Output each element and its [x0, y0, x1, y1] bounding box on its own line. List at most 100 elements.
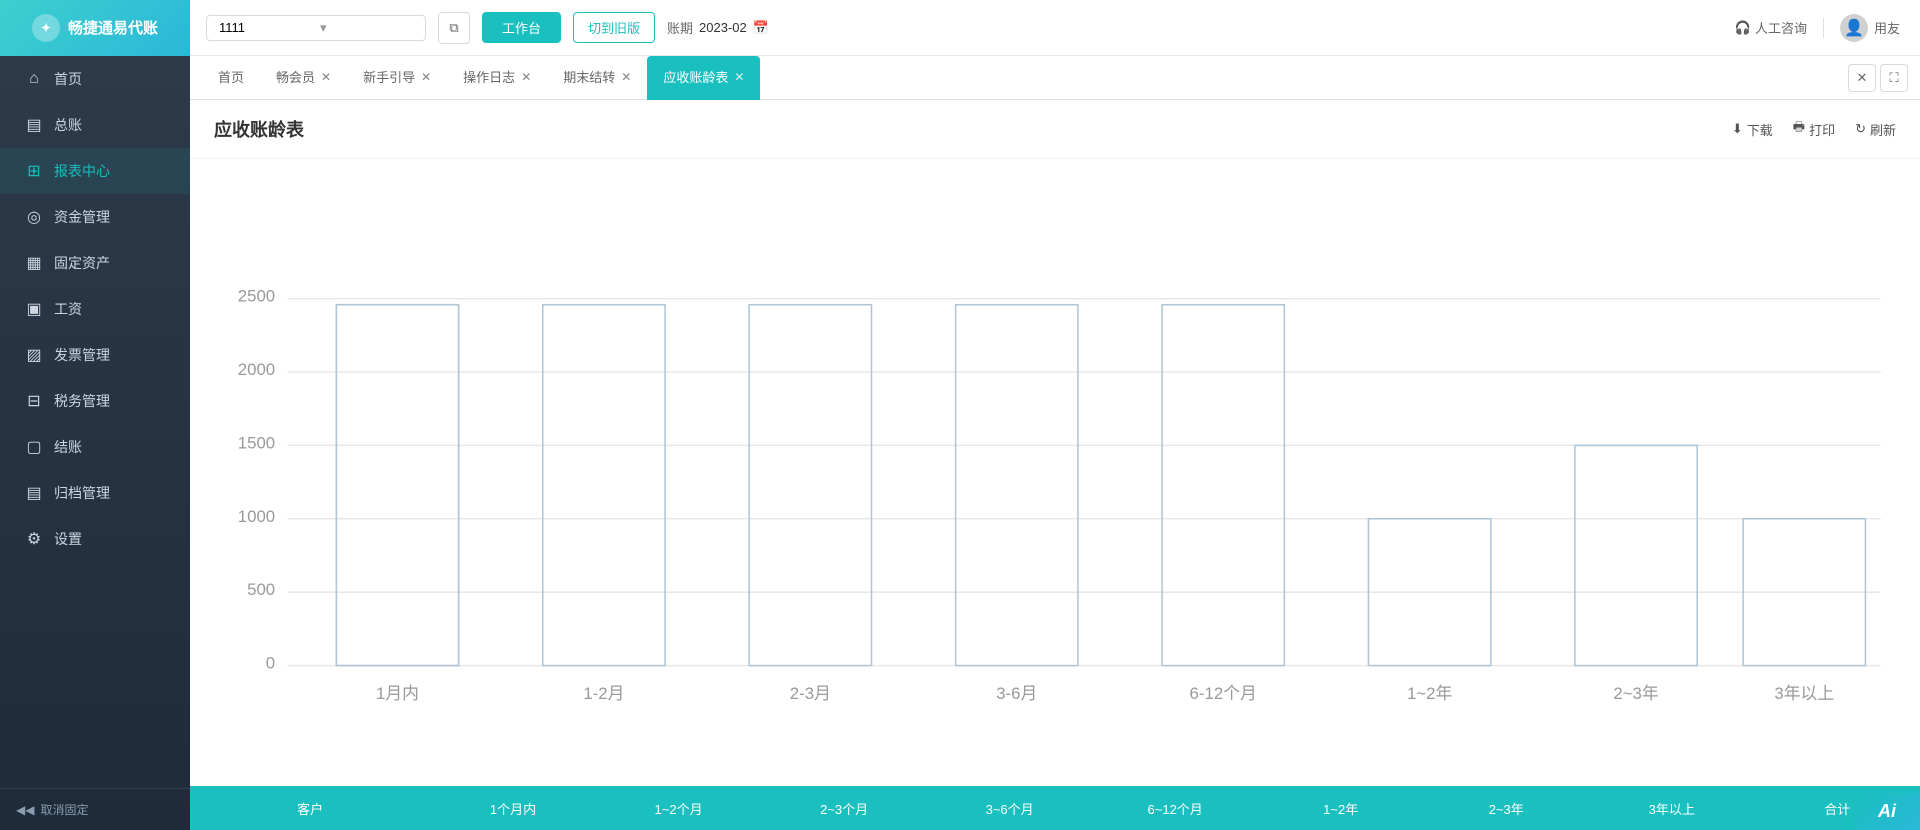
svg-text:1-2月: 1-2月 — [583, 684, 624, 703]
page-actions: ⬇ 下载 🖶 打印 ↻ 刷新 — [1732, 118, 1896, 140]
consult-label: 人工咨询 — [1755, 18, 1807, 37]
th-1m: 1个月内 — [430, 799, 596, 818]
refresh-button[interactable]: ↻ 刷新 — [1855, 120, 1896, 139]
th-2-3m: 2~3个月 — [761, 799, 927, 818]
payroll-icon: ▣ — [24, 299, 44, 319]
bar-chart: 0 500 1000 1500 2000 2500 — [214, 179, 1896, 776]
tab-oplog-close[interactable]: ✕ — [521, 70, 531, 84]
divider — [1823, 18, 1824, 38]
svg-text:2~3年: 2~3年 — [1613, 684, 1659, 703]
sidebar-item-payroll[interactable]: ▣ 工资 — [0, 286, 190, 332]
top-bar: ✦ 畅捷通易代账 1111 ▾ ⧉ 工作台 切到旧版 账期 2023-02 📅 … — [0, 0, 1920, 56]
logo-icon: ✦ — [32, 14, 60, 42]
tabs-bar: 首页 畅会员 ✕ 新手引导 ✕ 操作日志 ✕ 期末结转 ✕ 应收账龄表 ✕ — [190, 56, 1920, 100]
invoice-icon: ▨ — [24, 345, 44, 365]
th-2-3y: 2~3年 — [1423, 799, 1589, 818]
chevron-down-icon: ▾ — [320, 20, 413, 36]
top-center: 1111 ▾ ⧉ 工作台 切到旧版 账期 2023-02 📅 — [190, 12, 1735, 44]
tab-vip-close[interactable]: ✕ — [321, 70, 331, 84]
ai-badge[interactable]: Ai — [1854, 793, 1920, 830]
svg-text:3年以上: 3年以上 — [1774, 684, 1834, 703]
logo: ✦ 畅捷通易代账 — [0, 0, 190, 56]
th-client: 客户 — [190, 799, 430, 818]
sidebar-item-tax[interactable]: ⊟ 税务管理 — [0, 378, 190, 424]
cancel-fixed-btn[interactable]: ◀◀ 取消固定 — [0, 788, 190, 830]
tab-oplog[interactable]: 操作日志 ✕ — [447, 56, 547, 100]
cancel-fixed-label: 取消固定 — [40, 801, 88, 818]
tab-expand-btn[interactable]: ⛶ — [1880, 64, 1908, 92]
tab-period-end-close[interactable]: ✕ — [621, 70, 631, 84]
sidebar-item-checkout[interactable]: ▢ 结账 — [0, 424, 190, 470]
company-select[interactable]: 1111 ▾ — [206, 15, 426, 41]
sidebar-label-ledger: 总账 — [54, 115, 82, 135]
sidebar-label-tax: 税务管理 — [54, 391, 110, 411]
sidebar-item-invoice[interactable]: ▨ 发票管理 — [0, 332, 190, 378]
chart-area: 0 500 1000 1500 2000 2500 — [190, 159, 1920, 786]
th-3y-plus: 3年以上 — [1589, 799, 1755, 818]
logo-text: 畅捷通易代账 — [68, 17, 158, 38]
sidebar-label-home: 首页 — [54, 69, 82, 89]
print-label: 打印 — [1809, 120, 1835, 139]
svg-text:2-3月: 2-3月 — [790, 684, 831, 703]
user-area[interactable]: 👤 用友 — [1840, 14, 1900, 42]
copy-icon-btn[interactable]: ⧉ — [438, 12, 470, 44]
copy-icon: ⧉ — [449, 20, 458, 36]
tab-home-label: 首页 — [218, 67, 244, 86]
company-name: 1111 — [219, 20, 312, 35]
sidebar-label-checkout: 结账 — [54, 437, 82, 457]
svg-text:1500: 1500 — [238, 433, 275, 452]
sidebar-label-invoice: 发票管理 — [54, 345, 110, 365]
calendar-icon[interactable]: 📅 — [753, 20, 769, 36]
sidebar-item-settings[interactable]: ⚙ 设置 — [0, 516, 190, 562]
sidebar-item-home[interactable]: ⌂ 首页 — [0, 56, 190, 102]
ledger-icon: ▤ — [24, 115, 44, 135]
sidebar-label-asset: 固定资产 — [54, 253, 110, 273]
tab-guide-close[interactable]: ✕ — [421, 70, 431, 84]
refresh-label: 刷新 — [1870, 120, 1896, 139]
svg-text:2000: 2000 — [238, 360, 275, 379]
cancel-fixed-icon: ◀◀ — [16, 803, 34, 817]
tab-ar-aging-close[interactable]: ✕ — [734, 70, 744, 84]
tab-period-end-label: 期末结转 — [563, 67, 615, 86]
tab-close-btn[interactable]: ✕ — [1848, 64, 1876, 92]
tab-vip-label: 畅会员 — [276, 67, 315, 86]
page-content: 应收账龄表 ⬇ 下载 🖶 打印 ↻ 刷新 — [190, 100, 1920, 830]
top-right: 🎧 人工咨询 👤 用友 — [1735, 14, 1920, 42]
sidebar-item-asset[interactable]: ▦ 固定资产 — [0, 240, 190, 286]
tab-vip[interactable]: 畅会员 ✕ — [260, 56, 347, 100]
tab-home[interactable]: 首页 — [202, 56, 260, 100]
sidebar-label-report: 报表中心 — [54, 161, 110, 181]
th-3-6m: 3~6个月 — [927, 799, 1093, 818]
download-button[interactable]: ⬇ 下载 — [1732, 120, 1773, 139]
sidebar-label-capital: 资金管理 — [54, 207, 110, 227]
sidebar-item-ledger[interactable]: ▤ 总账 — [0, 102, 190, 148]
sidebar-item-archive[interactable]: ▤ 归档管理 — [0, 470, 190, 516]
consult-button[interactable]: 🎧 人工咨询 — [1735, 18, 1807, 37]
tab-guide-label: 新手引导 — [363, 67, 415, 86]
archive-icon: ▤ — [24, 483, 44, 503]
svg-text:1000: 1000 — [238, 507, 275, 526]
print-button[interactable]: 🖶 打印 — [1793, 118, 1835, 140]
username: 用友 — [1874, 18, 1900, 37]
period-label: 账期 — [667, 18, 693, 37]
workbench-button[interactable]: 工作台 — [482, 12, 561, 43]
download-icon: ⬇ — [1732, 121, 1743, 137]
svg-text:6-12个月: 6-12个月 — [1190, 684, 1257, 703]
tabs-actions: ✕ ⛶ — [1848, 64, 1908, 92]
asset-icon: ▦ — [24, 253, 44, 273]
sidebar-item-capital[interactable]: ◎ 资金管理 — [0, 194, 190, 240]
svg-text:3-6月: 3-6月 — [996, 684, 1037, 703]
checkout-icon: ▢ — [24, 437, 44, 457]
content-area: 首页 畅会员 ✕ 新手引导 ✕ 操作日志 ✕ 期末结转 ✕ 应收账龄表 ✕ — [190, 56, 1920, 830]
print-icon: 🖶 — [1793, 118, 1805, 140]
oldver-button[interactable]: 切到旧版 — [573, 12, 655, 43]
tab-guide[interactable]: 新手引导 ✕ — [347, 56, 447, 100]
svg-text:0: 0 — [266, 654, 275, 673]
tab-period-end[interactable]: 期末结转 ✕ — [547, 56, 647, 100]
tab-ar-aging[interactable]: 应收账龄表 ✕ — [647, 56, 760, 100]
sidebar-item-report[interactable]: ⊞ 报表中心 — [0, 148, 190, 194]
tab-oplog-label: 操作日志 — [463, 67, 515, 86]
page-title: 应收账龄表 — [214, 116, 304, 142]
ai-badge-text: Ai — [1878, 801, 1896, 821]
sidebar-label-archive: 归档管理 — [54, 483, 110, 503]
